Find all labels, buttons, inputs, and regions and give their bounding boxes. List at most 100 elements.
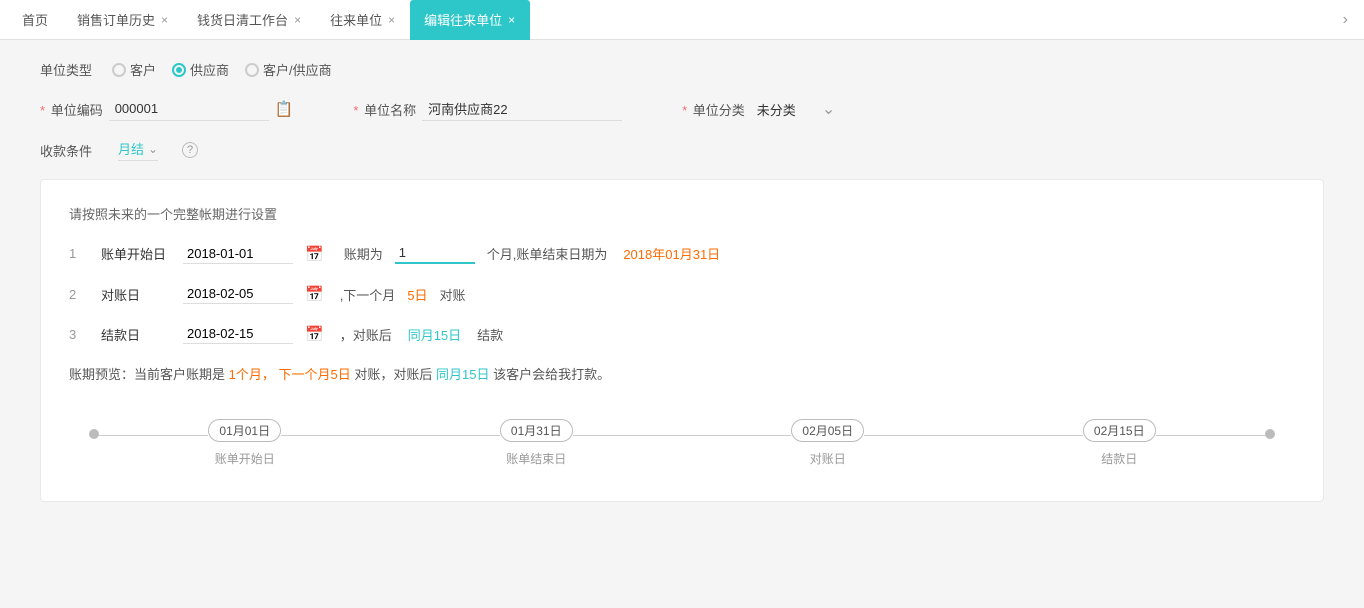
preview-highlight: 同月15日 bbox=[436, 367, 489, 382]
unit-code-star: * bbox=[40, 103, 45, 118]
node-label-3: 对账日 bbox=[810, 450, 846, 467]
tl-line-1b bbox=[281, 435, 390, 436]
radio-customer[interactable]: 客户 bbox=[112, 60, 156, 79]
radio-customer-label: 客户 bbox=[130, 60, 156, 79]
setting-row-1: 1 账单开始日 📅 账期为 个月,账单结束日期为 2018年01月31日 bbox=[69, 243, 1295, 264]
tab-cashflow-close[interactable]: × bbox=[294, 13, 301, 27]
radio-customer-circle bbox=[112, 63, 126, 77]
start-date-input[interactable] bbox=[183, 244, 293, 264]
timeline-container: 01月01日 账单开始日 01月31日 账单结束日 bbox=[69, 419, 1295, 467]
node-bubble-2: 01月31日 bbox=[500, 419, 573, 442]
tab-partner-label: 往来单位 bbox=[330, 10, 382, 29]
node-bubble-4: 02月15日 bbox=[1083, 419, 1156, 442]
unit-name-field: * 单位名称 bbox=[353, 97, 622, 121]
unit-category-dropdown-icon[interactable]: ⌄ bbox=[822, 99, 835, 119]
unit-code-copy-icon[interactable]: 📋 bbox=[275, 100, 294, 118]
tab-edit-partner-close[interactable]: × bbox=[508, 13, 515, 27]
timeline-node-1: 01月01日 账单开始日 bbox=[99, 419, 391, 467]
preview-period: 1个月， bbox=[229, 367, 275, 382]
tl-line-2a bbox=[391, 435, 500, 436]
tl-line-1a bbox=[99, 435, 208, 436]
tab-sales-history-close[interactable]: × bbox=[161, 13, 168, 27]
panel-hint: 请按照未来的一个完整帐期进行设置 bbox=[69, 204, 1295, 223]
period-suffix: 个月,账单结束日期为 bbox=[487, 244, 608, 263]
reconcile-suffix: 对账 bbox=[440, 285, 466, 304]
unit-code-input[interactable] bbox=[109, 97, 269, 121]
payment-help-icon[interactable]: ? bbox=[182, 142, 198, 158]
unit-name-input[interactable] bbox=[422, 97, 622, 121]
node-bubble-1: 01月01日 bbox=[208, 419, 281, 442]
timeline-node-2: 01月31日 账单结束日 bbox=[391, 419, 683, 467]
timeline-right-dot bbox=[1265, 419, 1275, 467]
tab-home[interactable]: 首页 bbox=[8, 0, 63, 40]
tab-edit-partner-label: 编辑往来单位 bbox=[424, 10, 502, 29]
timeline-section: 01月01日 账单开始日 01月31日 账单结束日 bbox=[69, 403, 1295, 477]
tl-line-3b bbox=[864, 435, 973, 436]
tab-edit-partner[interactable]: 编辑往来单位 × bbox=[410, 0, 530, 40]
node-label-2: 账单结束日 bbox=[506, 450, 566, 467]
preview-mid2: 对账，对账后 bbox=[354, 367, 432, 382]
tl-line-4b bbox=[1156, 435, 1265, 436]
payment-day-highlight: 同月15日 bbox=[408, 325, 461, 344]
reconcile-prefix: ,下一个月 bbox=[340, 285, 396, 304]
payment-label: 收款条件 bbox=[40, 141, 92, 160]
payment-row: 收款条件 月结 ⌄ ? bbox=[40, 139, 1324, 161]
period-prefix: 账期为 bbox=[344, 244, 383, 263]
preview-prefix: 账期预览：当前客户账期是 bbox=[69, 367, 225, 382]
node-bubble-3: 02月05日 bbox=[791, 419, 864, 442]
radio-supplier-circle bbox=[172, 63, 186, 77]
settings-panel: 请按照未来的一个完整帐期进行设置 1 账单开始日 📅 账期为 个月,账单结束日期… bbox=[40, 179, 1324, 502]
unit-code-label: * 单位编码 bbox=[40, 100, 103, 119]
reconcile-date-input[interactable] bbox=[183, 284, 293, 304]
tab-cashflow[interactable]: 钱货日清工作台 × bbox=[183, 0, 316, 40]
timeline-node-4: 02月15日 结款日 bbox=[974, 419, 1266, 467]
row-label-3: 结款日 bbox=[101, 325, 171, 344]
payment-date-input[interactable] bbox=[183, 324, 293, 344]
payment-select[interactable]: 月结 ⌄ bbox=[118, 139, 158, 161]
preview-mid: 下一个月5日 bbox=[279, 367, 351, 382]
timeline-left-dot bbox=[89, 419, 99, 467]
tab-partner[interactable]: 往来单位 × bbox=[316, 0, 410, 40]
preview-text: 账期预览：当前客户账期是 1个月， 下一个月5日 对账，对账后 同月15日 该客… bbox=[69, 364, 1295, 403]
right-dot bbox=[1265, 429, 1275, 439]
tl-line-4a bbox=[974, 435, 1083, 436]
unit-category-star: * bbox=[682, 103, 687, 118]
tab-sales-history[interactable]: 销售订单历史 × bbox=[63, 0, 183, 40]
tab-partner-close[interactable]: × bbox=[388, 13, 395, 27]
timeline-node-3: 02月05日 对账日 bbox=[682, 419, 974, 467]
row-num-2: 2 bbox=[69, 287, 89, 302]
unit-type-radio-group: 客户 供应商 客户/供应商 bbox=[112, 60, 332, 79]
setting-row-3: 3 结款日 📅 ，对账后 同月15日 结款 bbox=[69, 324, 1295, 344]
radio-both-label: 客户/供应商 bbox=[263, 60, 332, 79]
radio-supplier-label: 供应商 bbox=[190, 60, 229, 79]
node-label-4: 结款日 bbox=[1101, 450, 1137, 467]
tab-more-chevron[interactable]: › bbox=[1335, 11, 1356, 29]
radio-supplier[interactable]: 供应商 bbox=[172, 60, 229, 79]
preview-suffix: 该客户会给我打款。 bbox=[493, 367, 610, 382]
payment-suffix1: ，对账后 bbox=[340, 325, 392, 344]
payment-value: 月结 bbox=[118, 139, 144, 158]
payment-dropdown-icon[interactable]: ⌄ bbox=[148, 142, 158, 156]
row-num-1: 1 bbox=[69, 246, 89, 261]
tl-line-3a bbox=[682, 435, 791, 436]
end-date-highlight: 2018年01月31日 bbox=[623, 244, 720, 263]
left-dot bbox=[89, 429, 99, 439]
unit-category-value: 未分类 bbox=[757, 100, 796, 119]
reconcile-date-calendar-icon[interactable]: 📅 bbox=[305, 285, 324, 303]
tabs-bar: 首页 销售订单历史 × 钱货日清工作台 × 往来单位 × 编辑往来单位 × › bbox=[0, 0, 1364, 40]
start-date-calendar-icon[interactable]: 📅 bbox=[305, 245, 324, 263]
period-input[interactable] bbox=[395, 243, 475, 264]
node-label-1: 账单开始日 bbox=[215, 450, 275, 467]
unit-name-label: * 单位名称 bbox=[353, 100, 416, 119]
radio-both[interactable]: 客户/供应商 bbox=[245, 60, 332, 79]
setting-row-2: 2 对账日 📅 ,下一个月5日 对账 bbox=[69, 284, 1295, 304]
tab-sales-history-label: 销售订单历史 bbox=[77, 10, 155, 29]
row-num-3: 3 bbox=[69, 327, 89, 342]
unit-name-star: * bbox=[353, 103, 358, 118]
unit-code-field: * 单位编码 📋 bbox=[40, 97, 293, 121]
payment-date-calendar-icon[interactable]: 📅 bbox=[305, 325, 324, 343]
unit-type-row: 单位类型 客户 供应商 客户/供应商 bbox=[40, 60, 1324, 79]
tab-home-label: 首页 bbox=[22, 10, 48, 29]
radio-both-circle bbox=[245, 63, 259, 77]
tab-cashflow-label: 钱货日清工作台 bbox=[197, 10, 288, 29]
